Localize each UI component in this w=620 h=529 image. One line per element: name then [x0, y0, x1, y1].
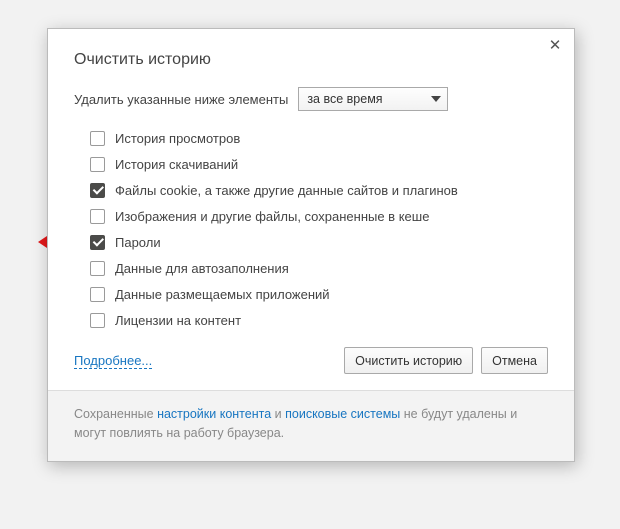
learn-more-link[interactable]: Подробнее... — [74, 353, 152, 369]
close-icon: ✕ — [549, 37, 562, 54]
checkbox-row: Данные размещаемых приложений — [90, 281, 548, 307]
checkbox-label[interactable]: История скачиваний — [115, 157, 238, 172]
time-range-dropdown[interactable]: за все время — [298, 87, 448, 111]
checkbox-list: История просмотров История скачиваний Файл… — [90, 125, 548, 333]
checkbox-row: Данные для автозаполнения — [90, 255, 548, 281]
prompt-label: Удалить указанные ниже элементы — [74, 92, 288, 107]
checkbox-row: Изображения и другие файлы, сохраненные … — [90, 203, 548, 229]
checkbox[interactable] — [90, 235, 105, 250]
dialog-title: Очистить историю — [74, 51, 548, 69]
checkbox-label[interactable]: Изображения и другие файлы, сохраненные … — [115, 209, 429, 224]
checkbox-row: История просмотров — [90, 125, 548, 151]
dropdown-value: за все время — [307, 92, 382, 106]
close-button[interactable]: ✕ — [546, 37, 564, 55]
checkbox[interactable] — [90, 183, 105, 198]
checkbox-row: Пароли — [90, 229, 548, 255]
clear-history-button[interactable]: Очистить историю — [344, 347, 473, 374]
checkbox-label[interactable]: Данные для автозаполнения — [115, 261, 289, 276]
checkbox-row: Файлы cookie, а также другие данные сайт… — [90, 177, 548, 203]
checkbox[interactable] — [90, 313, 105, 328]
dialog-footer-note: Сохраненные настройки контента и поисков… — [48, 390, 574, 461]
checkbox[interactable] — [90, 287, 105, 302]
checkbox-label[interactable]: Пароли — [115, 235, 161, 250]
checkbox-label[interactable]: История просмотров — [115, 131, 240, 146]
cancel-button[interactable]: Отмена — [481, 347, 548, 374]
chevron-down-icon — [431, 96, 441, 102]
checkbox[interactable] — [90, 209, 105, 224]
footer-text: Сохраненные — [74, 407, 157, 421]
checkbox-row: История скачиваний — [90, 151, 548, 177]
checkbox-label[interactable]: Лицензии на контент — [115, 313, 241, 328]
checkbox-row: Лицензии на контент — [90, 307, 548, 333]
search-engines-link[interactable]: поисковые системы — [285, 407, 400, 421]
clear-history-dialog: ✕ Очистить историю Удалить указанные ниж… — [47, 28, 575, 462]
checkbox-label[interactable]: Файлы cookie, а также другие данные сайт… — [115, 183, 458, 198]
checkbox-label[interactable]: Данные размещаемых приложений — [115, 287, 330, 302]
checkbox[interactable] — [90, 131, 105, 146]
content-settings-link[interactable]: настройки контента — [157, 407, 271, 421]
checkbox[interactable] — [90, 157, 105, 172]
footer-text: и — [271, 407, 285, 421]
checkbox[interactable] — [90, 261, 105, 276]
